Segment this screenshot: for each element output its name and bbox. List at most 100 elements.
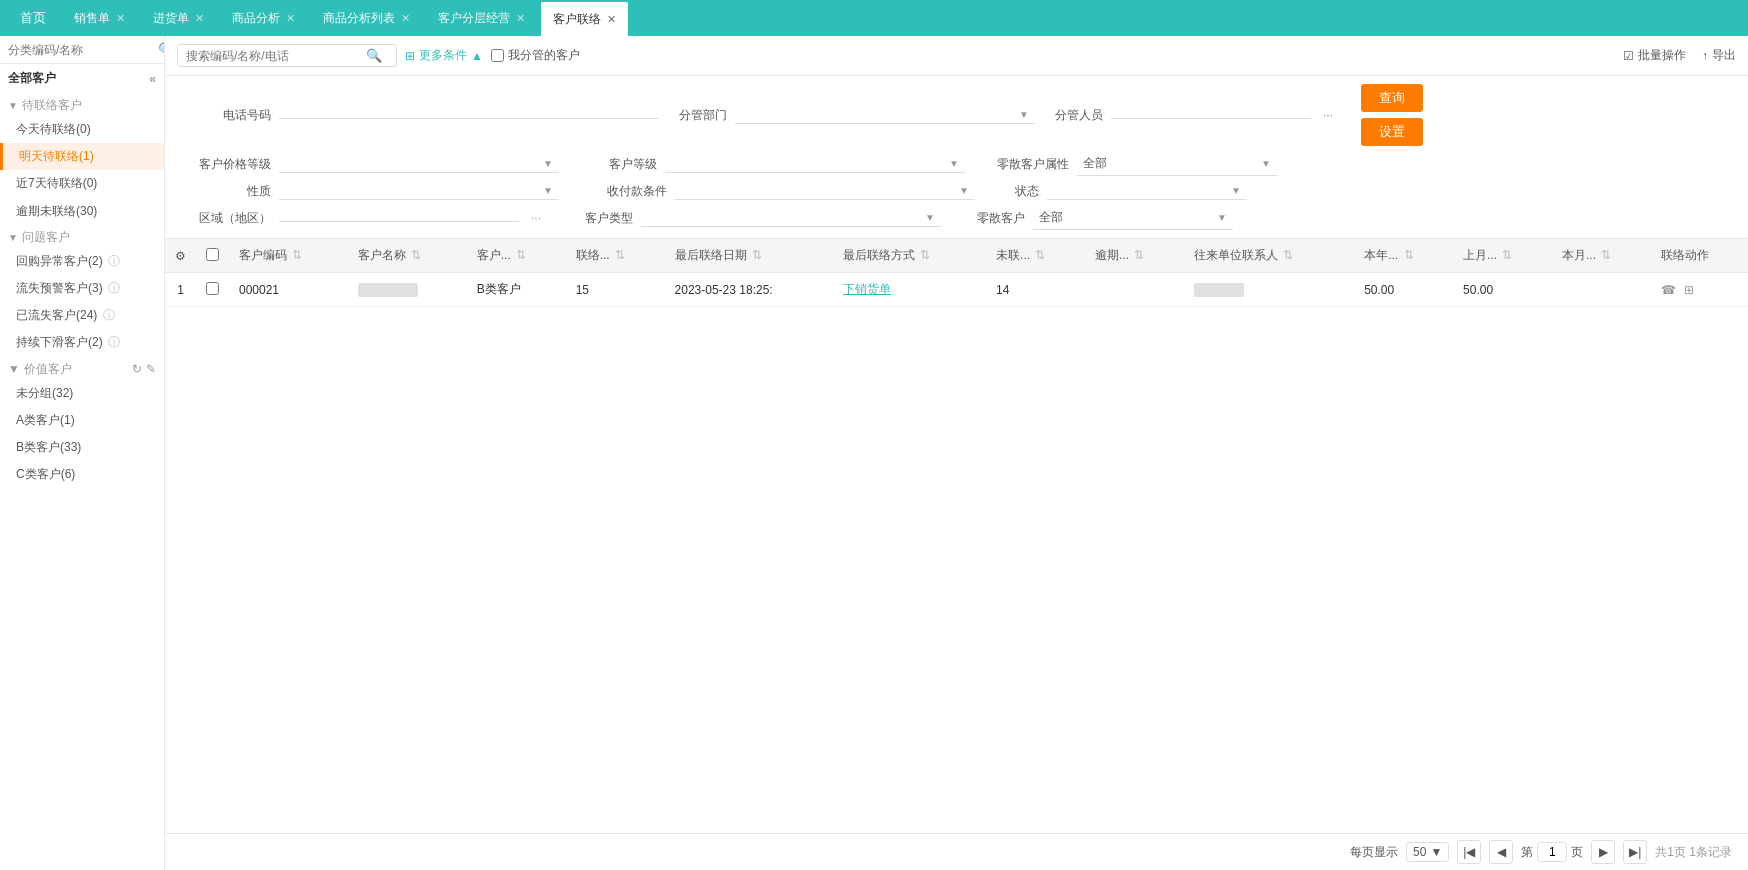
page-number-input[interactable]: [1537, 842, 1567, 862]
sidebar-item-class-a[interactable]: A类客户(1): [0, 407, 164, 434]
group-value-customers[interactable]: ▼ 价值客户 ↻ ✎: [0, 357, 164, 380]
th-checkbox[interactable]: [196, 239, 229, 273]
th-this-year[interactable]: 本年... ⇅: [1354, 239, 1453, 273]
close-contact-icon[interactable]: ✕: [607, 13, 616, 26]
refresh-icon[interactable]: ↻: [132, 362, 142, 376]
sidebar-item-week7[interactable]: 近7天待联络(0): [0, 170, 164, 197]
close-goods-list-icon[interactable]: ✕: [401, 12, 410, 25]
more-filter-btn[interactable]: ⊞ 更多条件 ▲: [405, 47, 483, 64]
th-uncontacted[interactable]: 未联... ⇅: [986, 239, 1085, 273]
th-contact[interactable]: 联络... ⇅: [566, 239, 665, 273]
sidebar-item-tomorrow[interactable]: 明天待联络(1): [0, 143, 164, 170]
sidebar-item-lost[interactable]: 已流失客户(24) ⓘ: [0, 302, 164, 329]
th-customer-name[interactable]: 客户名称 ⇅: [348, 239, 467, 273]
first-page-btn[interactable]: |◀: [1457, 840, 1481, 864]
th-unit-contact[interactable]: 往来单位联系人 ⇅: [1184, 239, 1354, 273]
sidebar-item-class-c[interactable]: C类客户(6): [0, 461, 164, 488]
th-last-month[interactable]: 上月... ⇅: [1453, 239, 1552, 273]
sort-tmonth-icon: ⇅: [1601, 248, 1611, 262]
select-scatter-customer[interactable]: 全部▼: [1033, 206, 1233, 230]
arrow-value-icon: ▼: [8, 362, 20, 376]
cell-last-method[interactable]: 下销货单: [833, 273, 986, 307]
info-icon-2: ⓘ: [108, 281, 120, 295]
group-problem-customers[interactable]: ▼ 问题客户: [0, 225, 164, 248]
nav-tab-goods-list[interactable]: 商品分析列表 ✕: [311, 0, 422, 36]
export-btn[interactable]: ↑ 导出: [1702, 47, 1736, 64]
cell-last-date: 2023-05-23 18:25:: [665, 273, 833, 307]
close-tier-icon[interactable]: ✕: [516, 12, 525, 25]
label-scatter-customer: 零散客户: [965, 210, 1025, 227]
set-button[interactable]: 设置: [1361, 118, 1423, 146]
th-overdue[interactable]: 逾期... ⇅: [1085, 239, 1184, 273]
nav-tab-purchase[interactable]: 进货单 ✕: [141, 0, 216, 36]
per-page-select[interactable]: 50 ▼: [1406, 842, 1449, 862]
select-status[interactable]: ▼: [1047, 182, 1247, 200]
th-settings[interactable]: ⚙: [165, 239, 196, 273]
label-customer-grade: 客户等级: [597, 156, 657, 173]
sidebar-item-ungrouped[interactable]: 未分组(32): [0, 380, 164, 407]
query-button[interactable]: 查询: [1361, 84, 1423, 112]
input-person[interactable]: [1111, 112, 1311, 119]
last-page-btn[interactable]: ▶|: [1623, 840, 1647, 864]
sidebar-search-input[interactable]: [8, 43, 158, 57]
search-bar: 🔍 ⊞ 更多条件 ▲ 我分管的客户 ☑ 批量操作 ↑ 导出: [165, 36, 1748, 76]
settings-gear-icon[interactable]: ⚙: [175, 249, 186, 263]
sidebar-item-lost-warning[interactable]: 流失预警客户(3) ⓘ: [0, 275, 164, 302]
select-payment[interactable]: ▼: [675, 182, 975, 200]
sort-lmonth-icon: ⇅: [1502, 248, 1512, 262]
person-dots-btn[interactable]: ···: [1319, 108, 1337, 122]
close-sales-icon[interactable]: ✕: [116, 12, 125, 25]
sidebar-item-today[interactable]: 今天待联络(0): [0, 116, 164, 143]
th-last-method[interactable]: 最后联络方式 ⇅: [833, 239, 986, 273]
row-checkbox[interactable]: [206, 282, 219, 295]
th-this-month[interactable]: 本月... ⇅: [1552, 239, 1651, 273]
nav-tab-customer-tier[interactable]: 客户分层经营 ✕: [426, 0, 537, 36]
th-customer-code[interactable]: 客户编码 ⇅: [229, 239, 348, 273]
select-scatter-prop[interactable]: 全部▼: [1077, 152, 1277, 176]
nav-home[interactable]: 首页: [8, 9, 58, 27]
region-dots-btn[interactable]: ···: [527, 211, 545, 225]
page-label: 第: [1521, 844, 1533, 861]
nav-tab-sales[interactable]: 销售单 ✕: [62, 0, 137, 36]
search-input[interactable]: [186, 49, 366, 63]
label-region: 区域（地区）: [181, 210, 271, 227]
select-customer-grade[interactable]: ▼: [665, 155, 965, 173]
main-layout: 🔍 全部客户 « ▼ 待联络客户 今天待联络(0) 明天待联络(1) 近7天待联…: [0, 36, 1748, 870]
sidebar-search-icon[interactable]: 🔍: [158, 42, 165, 57]
sidebar-item-class-b[interactable]: B类客户(33): [0, 434, 164, 461]
my-customers-checkbox[interactable]: [491, 49, 504, 62]
th-last-date[interactable]: 最后联络日期 ⇅: [665, 239, 833, 273]
sidebar-item-repurchase-abnormal[interactable]: 回购异常客户(2) ⓘ: [0, 248, 164, 275]
next-page-btn[interactable]: ▶: [1591, 840, 1615, 864]
cell-contact-count: 15: [566, 273, 665, 307]
select-nature[interactable]: ▼: [279, 182, 559, 200]
select-all-checkbox[interactable]: [206, 248, 219, 261]
row-checkbox-cell[interactable]: [196, 273, 229, 307]
close-purchase-icon[interactable]: ✕: [195, 12, 204, 25]
prev-page-btn[interactable]: ◀: [1489, 840, 1513, 864]
label-dept: 分管部门: [667, 107, 727, 124]
sort-method-icon: ⇅: [920, 248, 930, 262]
sidebar-item-continuous-decline[interactable]: 持续下滑客户(2) ⓘ: [0, 329, 164, 356]
select-price-tier[interactable]: ▼: [279, 155, 559, 173]
th-customer-type[interactable]: 客户... ⇅: [467, 239, 566, 273]
all-customers-header[interactable]: 全部客户 «: [0, 64, 164, 93]
group-pending-contact[interactable]: ▼ 待联络客户: [0, 93, 164, 116]
batch-action-btn[interactable]: ☑ 批量操作: [1623, 47, 1686, 64]
close-goods-icon[interactable]: ✕: [286, 12, 295, 25]
table-area: ⚙ 客户编码 ⇅ 客户名称 ⇅: [165, 239, 1748, 833]
phone-icon[interactable]: ☎: [1661, 283, 1676, 297]
my-customers-checkbox-wrap[interactable]: 我分管的客户: [491, 47, 580, 64]
label-customer-type: 客户类型: [573, 210, 633, 227]
nav-tab-customer-contact[interactable]: 客户联络 ✕: [541, 0, 628, 36]
input-region[interactable]: [279, 215, 519, 222]
sort-date-icon: ⇅: [752, 248, 762, 262]
nav-tab-goods-analysis[interactable]: 商品分析 ✕: [220, 0, 307, 36]
sidebar-item-overdue[interactable]: 逾期未联络(30): [0, 198, 164, 225]
search-icon[interactable]: 🔍: [366, 48, 382, 63]
select-customer-type[interactable]: ▼: [641, 209, 941, 227]
grid-icon[interactable]: ⊞: [1684, 283, 1694, 297]
edit-icon[interactable]: ✎: [146, 362, 156, 376]
select-dept[interactable]: ▼: [735, 106, 1035, 124]
input-phone[interactable]: [279, 112, 659, 119]
